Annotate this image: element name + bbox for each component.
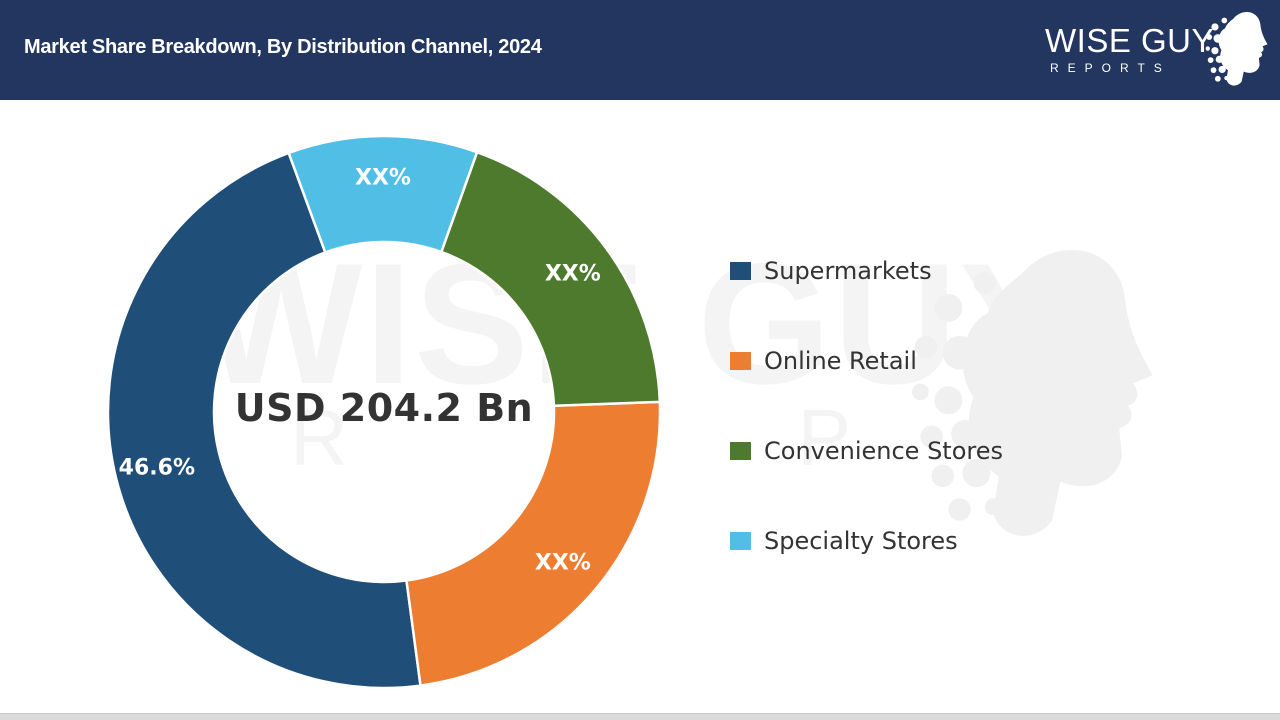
legend-swatch-icon bbox=[730, 352, 751, 370]
legend-item-online-retail: Online Retail bbox=[730, 342, 1003, 380]
legend-label: Online Retail bbox=[764, 347, 917, 375]
legend-swatch-icon bbox=[730, 262, 751, 280]
logo-wordmark-line1: WISE GUY bbox=[1045, 22, 1215, 59]
logo-wordmark: WISE GUY REPORTS bbox=[1045, 22, 1220, 75]
donut-segment bbox=[405, 400, 662, 687]
segment-percentage-label: XX% bbox=[355, 166, 411, 191]
wiseguy-face-icon bbox=[1205, 12, 1268, 86]
chart-center-value: USD 204.2 Bn bbox=[234, 386, 534, 430]
legend-item-convenience-stores: Convenience Stores bbox=[730, 432, 1003, 470]
logo-wordmark-line2: REPORTS bbox=[1050, 61, 1171, 75]
bottom-divider-bar bbox=[0, 713, 1280, 720]
report-canvas: Market Share Breakdown, By Distribution … bbox=[0, 0, 1280, 720]
legend-item-specialty-stores: Specialty Stores bbox=[730, 522, 1003, 560]
legend-swatch-icon bbox=[730, 532, 751, 550]
legend-label: Specialty Stores bbox=[764, 527, 958, 555]
legend-swatch-icon bbox=[730, 442, 751, 460]
legend-item-supermarkets: Supermarkets bbox=[730, 252, 1003, 290]
legend-label: Supermarkets bbox=[764, 257, 932, 285]
segment-percentage-label: XX% bbox=[545, 261, 601, 286]
header-bar: Market Share Breakdown, By Distribution … bbox=[0, 0, 1280, 100]
segment-percentage-label: XX% bbox=[535, 550, 591, 575]
legend-label: Convenience Stores bbox=[764, 437, 1004, 465]
page-title: Market Share Breakdown, By Distribution … bbox=[24, 36, 542, 58]
chart-legend: Supermarkets Online Retail Convenience S… bbox=[730, 252, 1003, 612]
segment-percentage-label: 46.6% bbox=[119, 456, 195, 481]
